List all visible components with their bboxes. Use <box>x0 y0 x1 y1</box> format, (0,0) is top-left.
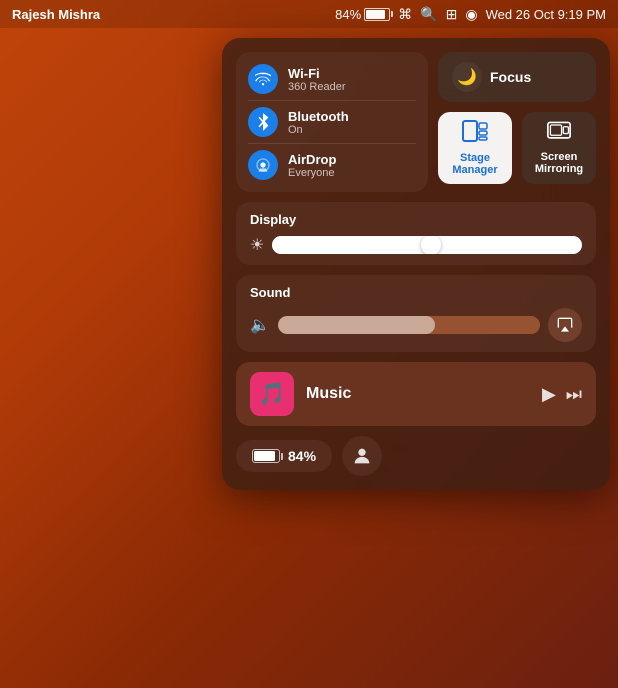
airdrop-item[interactable]: AirDrop Everyone <box>236 144 428 186</box>
menubar-user: Rajesh Mishra <box>12 7 100 22</box>
battery-percent: 84% <box>335 7 361 22</box>
wifi-icon <box>248 64 278 94</box>
stage-manager-icon <box>462 120 488 148</box>
wifi-name: Wi-Fi <box>288 66 346 81</box>
menubar-datetime: Wed 26 Oct 9:19 PM <box>486 7 606 22</box>
music-panel[interactable]: 🎵 Music ▶ ⏭ <box>236 362 596 426</box>
wifi-item[interactable]: Wi-Fi 360 Reader <box>236 58 428 100</box>
music-app-icon: 🎵 <box>250 372 294 416</box>
focus-button[interactable]: 🌙 Focus <box>438 52 596 102</box>
screen-mirror-icon <box>547 121 571 147</box>
volume-icon: 🔈 <box>250 315 270 335</box>
battery-icon <box>364 8 390 21</box>
screen-mirroring-label: ScreenMirroring <box>535 151 583 175</box>
focus-icon: 🌙 <box>452 62 482 92</box>
brightness-icon: ☀ <box>250 235 264 255</box>
bluetooth-name: Bluetooth <box>288 109 349 124</box>
airplay-button[interactable] <box>548 308 582 342</box>
bottom-row: 84% <box>236 436 596 476</box>
stage-manager-label: StageManager <box>452 152 497 176</box>
siri-icon[interactable]: ◉ <box>465 6 477 23</box>
volume-row: 🔈 <box>250 308 582 342</box>
airdrop-text: AirDrop Everyone <box>288 152 336 179</box>
screen-mirroring-button[interactable]: ScreenMirroring <box>522 112 596 184</box>
right-col: 🌙 Focus StageManager <box>438 52 596 192</box>
wifi-status: 360 Reader <box>288 81 346 93</box>
display-title: Display <box>250 212 582 227</box>
brightness-slider-container: ☀ <box>250 235 582 255</box>
control-center-panel: Wi-Fi 360 Reader Bluetooth On <box>222 38 610 490</box>
control-center-icon[interactable]: ⊞ <box>446 6 458 23</box>
stage-screen-row: StageManager ScreenMirroring <box>438 112 596 184</box>
volume-slider[interactable] <box>278 316 540 334</box>
wifi-text: Wi-Fi 360 Reader <box>288 66 346 93</box>
bluetooth-text: Bluetooth On <box>288 109 349 136</box>
fast-forward-button[interactable]: ⏭ <box>566 384 582 405</box>
play-button[interactable]: ▶ <box>542 384 556 405</box>
music-note-icon: 🎵 <box>258 381 285 407</box>
bluetooth-status: On <box>288 124 349 136</box>
airdrop-status: Everyone <box>288 167 336 179</box>
battery-display: 84% <box>335 7 390 22</box>
battery-widget-icon <box>252 449 280 463</box>
sound-title: Sound <box>250 285 582 300</box>
bluetooth-item[interactable]: Bluetooth On <box>236 101 428 143</box>
brightness-slider[interactable] <box>272 236 582 254</box>
connectivity-panel: Wi-Fi 360 Reader Bluetooth On <box>236 52 428 192</box>
battery-widget[interactable]: 84% <box>236 440 332 472</box>
user-account-button[interactable] <box>342 436 382 476</box>
bluetooth-icon <box>248 107 278 137</box>
stage-manager-button[interactable]: StageManager <box>438 112 512 184</box>
display-panel: Display ☀ <box>236 202 596 265</box>
top-row: Wi-Fi 360 Reader Bluetooth On <box>236 52 596 192</box>
menubar: Rajesh Mishra 84% ⌘ 🔍 ⊞ ◉ Wed 26 Oct 9:1… <box>0 0 618 28</box>
music-controls: ▶ ⏭ <box>542 384 582 405</box>
music-label: Music <box>306 385 530 403</box>
search-icon[interactable]: 🔍 <box>420 6 437 23</box>
menubar-right: 84% ⌘ 🔍 ⊞ ◉ Wed 26 Oct 9:19 PM <box>335 6 606 23</box>
wifi-menubar-icon[interactable]: ⌘ <box>398 6 412 23</box>
airdrop-icon <box>248 150 278 180</box>
airdrop-name: AirDrop <box>288 152 336 167</box>
focus-label: Focus <box>490 69 531 85</box>
sound-panel: Sound 🔈 <box>236 275 596 352</box>
battery-widget-percent: 84% <box>288 448 316 464</box>
